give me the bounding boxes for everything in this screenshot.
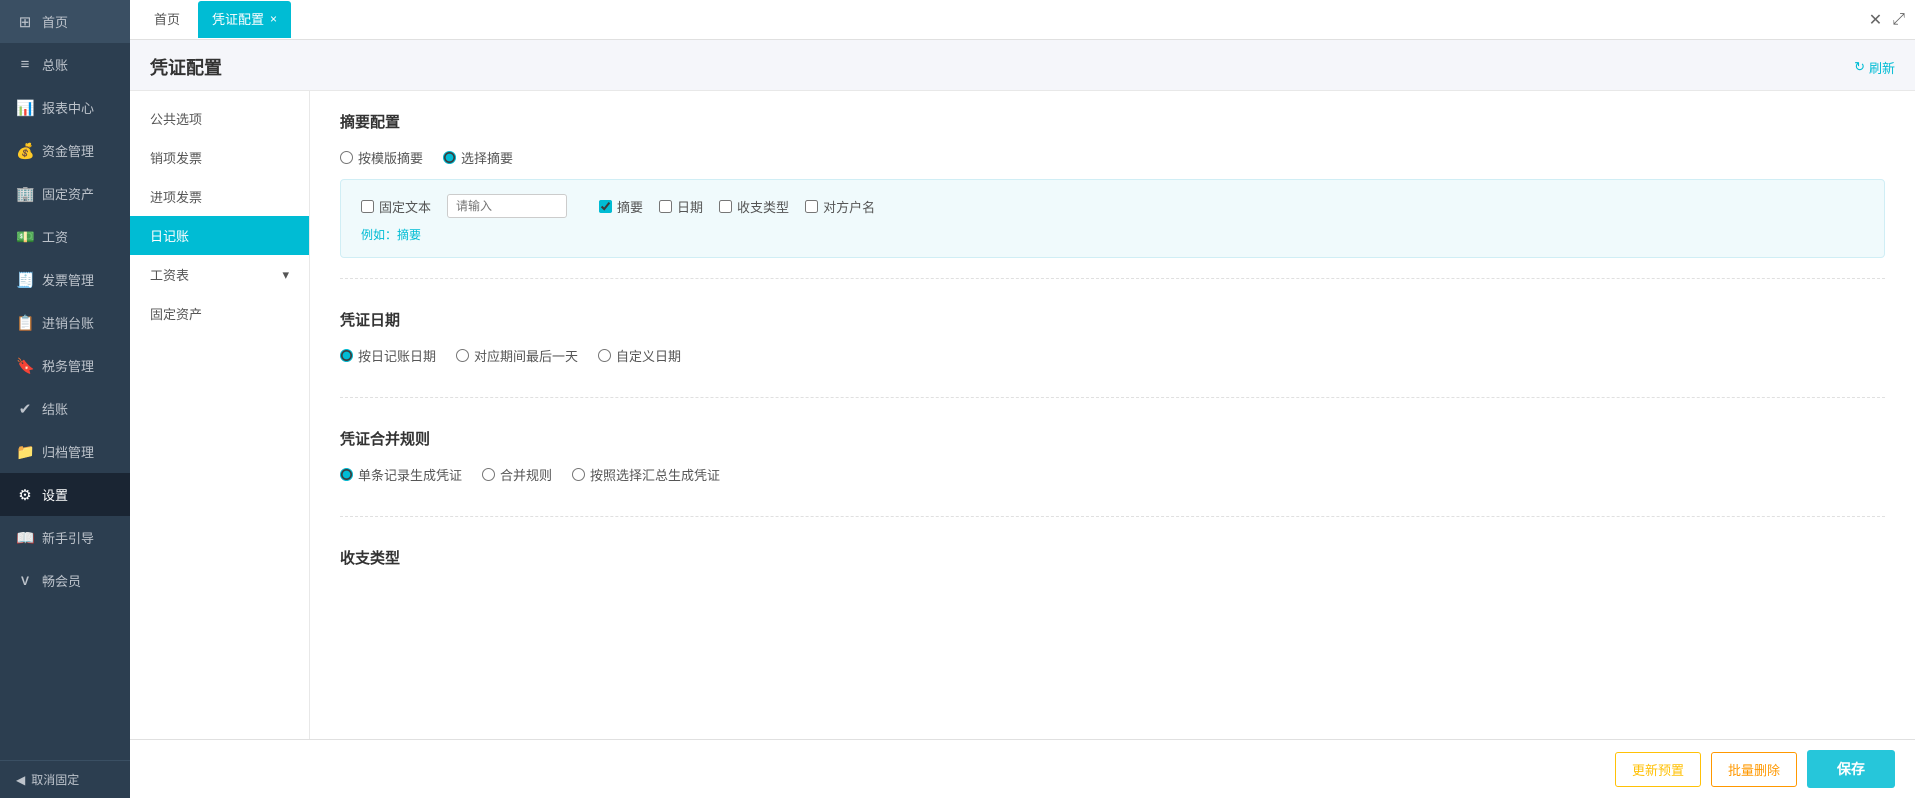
sidebar-item-invoice[interactable]: 🧾 发票管理 — [0, 258, 130, 301]
sidebar-item-salary[interactable]: 💵 工资 — [0, 215, 130, 258]
leftnav-journal[interactable]: 日记账 — [130, 216, 309, 255]
voucher-date-section: 凭证日期 按日记账日期 对应期间最后一天 自定义日期 — [340, 309, 1885, 398]
voucher-date-radio-group: 按日记账日期 对应期间最后一天 自定义日期 — [340, 346, 1885, 365]
radio-select-summary[interactable]: 选择摘要 — [443, 148, 513, 167]
sidebar-item-home[interactable]: ⊞ 首页 — [0, 0, 130, 43]
update-preview-button[interactable]: 更新预置 — [1615, 752, 1701, 787]
refresh-icon: ↻ — [1854, 59, 1865, 75]
window-expand-icon[interactable]: ⤢ — [1892, 11, 1905, 29]
tab-close-icon[interactable]: × — [270, 12, 277, 26]
main-area: 首页 凭证配置 × ✕ ⤢ 凭证配置 ↻ 刷新 公共选项 — [130, 0, 1915, 798]
window-close-icon[interactable]: ✕ — [1869, 10, 1882, 30]
checkbox-income-type[interactable]: 收支类型 — [719, 197, 789, 216]
income-expense-title: 收支类型 — [340, 547, 1885, 568]
checkbox-summary[interactable]: 摘要 — [599, 197, 643, 216]
bottom-bar: 更新预置 批量删除 保存 — [130, 739, 1915, 798]
summary-radio-group: 按模版摘要 选择摘要 — [340, 148, 1885, 167]
leftnav-payroll[interactable]: 工资表 ▾ — [130, 255, 309, 294]
guide-icon: 📖 — [16, 529, 34, 547]
sidebar-item-funds[interactable]: 💰 资金管理 — [0, 129, 130, 172]
right-content: 摘要配置 按模版摘要 选择摘要 — [310, 91, 1915, 739]
checkbox-date[interactable]: 日期 — [659, 197, 703, 216]
tab-voucher-config[interactable]: 凭证配置 × — [198, 1, 291, 38]
fixed-text-input[interactable] — [447, 194, 567, 218]
radio-single-record[interactable]: 单条记录生成凭证 — [340, 465, 462, 484]
sidebar-item-vip[interactable]: V 畅会员 — [0, 559, 130, 602]
merge-rules-radio-group: 单条记录生成凭证 合并规则 按照选择汇总生成凭证 — [340, 465, 1885, 484]
tab-window-actions: ✕ ⤢ — [1869, 10, 1905, 30]
merge-rules-section: 凭证合并规则 单条记录生成凭证 合并规则 按照选择汇总生成凭证 — [340, 428, 1885, 517]
ledger-icon: ≡ — [16, 56, 34, 73]
tab-home[interactable]: 首页 — [140, 1, 194, 38]
checkbox-counterpart-name[interactable]: 对方户名 — [805, 197, 875, 216]
sidebar-item-purchase[interactable]: 📋 进销台账 — [0, 301, 130, 344]
radio-custom-date[interactable]: 自定义日期 — [598, 346, 681, 365]
body-split: 公共选项 销项发票 进项发票 日记账 工资表 ▾ 固定资产 — [130, 91, 1915, 739]
radio-by-journal-date[interactable]: 按日记账日期 — [340, 346, 436, 365]
sidebar: ⊞ 首页 ≡ 总账 📊 报表中心 💰 资金管理 🏢 固定资产 💵 工资 🧾 发票… — [0, 0, 130, 798]
page-title: 凭证配置 — [150, 54, 222, 80]
sidebar-item-settings[interactable]: ⚙ 设置 — [0, 473, 130, 516]
checkbox-fixed-text[interactable]: 固定文本 — [361, 197, 431, 216]
tab-bar: 首页 凭证配置 × ✕ ⤢ — [130, 0, 1915, 40]
merge-rules-title: 凭证合并规则 — [340, 428, 1885, 449]
sidebar-item-guide[interactable]: 📖 新手引导 — [0, 516, 130, 559]
pin-icon: ◀ — [16, 773, 25, 787]
chevron-down-icon: ▾ — [282, 267, 289, 283]
radio-merge-rule[interactable]: 合并规则 — [482, 465, 552, 484]
sidebar-item-assets[interactable]: 🏢 固定资产 — [0, 172, 130, 215]
vip-icon: V — [16, 574, 34, 588]
sidebar-unpin[interactable]: ◀ 取消固定 — [0, 760, 130, 798]
page-header: 凭证配置 ↻ 刷新 — [130, 40, 1915, 91]
checkout-icon: ✔ — [16, 400, 34, 418]
sidebar-item-ledger[interactable]: ≡ 总账 — [0, 43, 130, 86]
purchase-icon: 📋 — [16, 314, 34, 332]
summary-title: 摘要配置 — [340, 111, 1885, 132]
leftnav-fixed-assets[interactable]: 固定资产 — [130, 294, 309, 333]
funds-icon: 💰 — [16, 142, 34, 160]
summary-checkbox-row: 固定文本 摘要 日期 — [361, 194, 1864, 218]
batch-delete-button[interactable]: 批量删除 — [1711, 752, 1797, 787]
sidebar-item-archive[interactable]: 📁 归档管理 — [0, 430, 130, 473]
settings-icon: ⚙ — [16, 486, 34, 504]
assets-icon: 🏢 — [16, 185, 34, 203]
save-button[interactable]: 保存 — [1807, 750, 1895, 788]
refresh-button[interactable]: ↻ 刷新 — [1854, 58, 1895, 77]
archive-icon: 📁 — [16, 443, 34, 461]
tax-icon: 🔖 — [16, 357, 34, 375]
radio-aggregate[interactable]: 按照选择汇总生成凭证 — [572, 465, 720, 484]
left-nav: 公共选项 销项发票 进项发票 日记账 工资表 ▾ 固定资产 — [130, 91, 310, 739]
reports-icon: 📊 — [16, 99, 34, 117]
summary-section: 摘要配置 按模版摘要 选择摘要 — [340, 111, 1885, 279]
radio-last-day-period[interactable]: 对应期间最后一天 — [456, 346, 578, 365]
home-icon: ⊞ — [16, 13, 34, 31]
voucher-date-title: 凭证日期 — [340, 309, 1885, 330]
leftnav-sales[interactable]: 销项发票 — [130, 138, 309, 177]
example-text: 例如：摘要 — [361, 226, 1864, 243]
salary-icon: 💵 — [16, 228, 34, 246]
sidebar-item-reports[interactable]: 📊 报表中心 — [0, 86, 130, 129]
leftnav-public[interactable]: 公共选项 — [130, 99, 309, 138]
sidebar-item-checkout[interactable]: ✔ 结账 — [0, 387, 130, 430]
sidebar-item-tax[interactable]: 🔖 税务管理 — [0, 344, 130, 387]
summary-options-box: 固定文本 摘要 日期 — [340, 179, 1885, 258]
invoice-icon: 🧾 — [16, 271, 34, 289]
radio-template-summary[interactable]: 按模版摘要 — [340, 148, 423, 167]
income-expense-section: 收支类型 — [340, 547, 1885, 604]
leftnav-purchase[interactable]: 进项发票 — [130, 177, 309, 216]
content-wrapper: 凭证配置 ↻ 刷新 公共选项 销项发票 进项发票 日记账 — [130, 40, 1915, 798]
